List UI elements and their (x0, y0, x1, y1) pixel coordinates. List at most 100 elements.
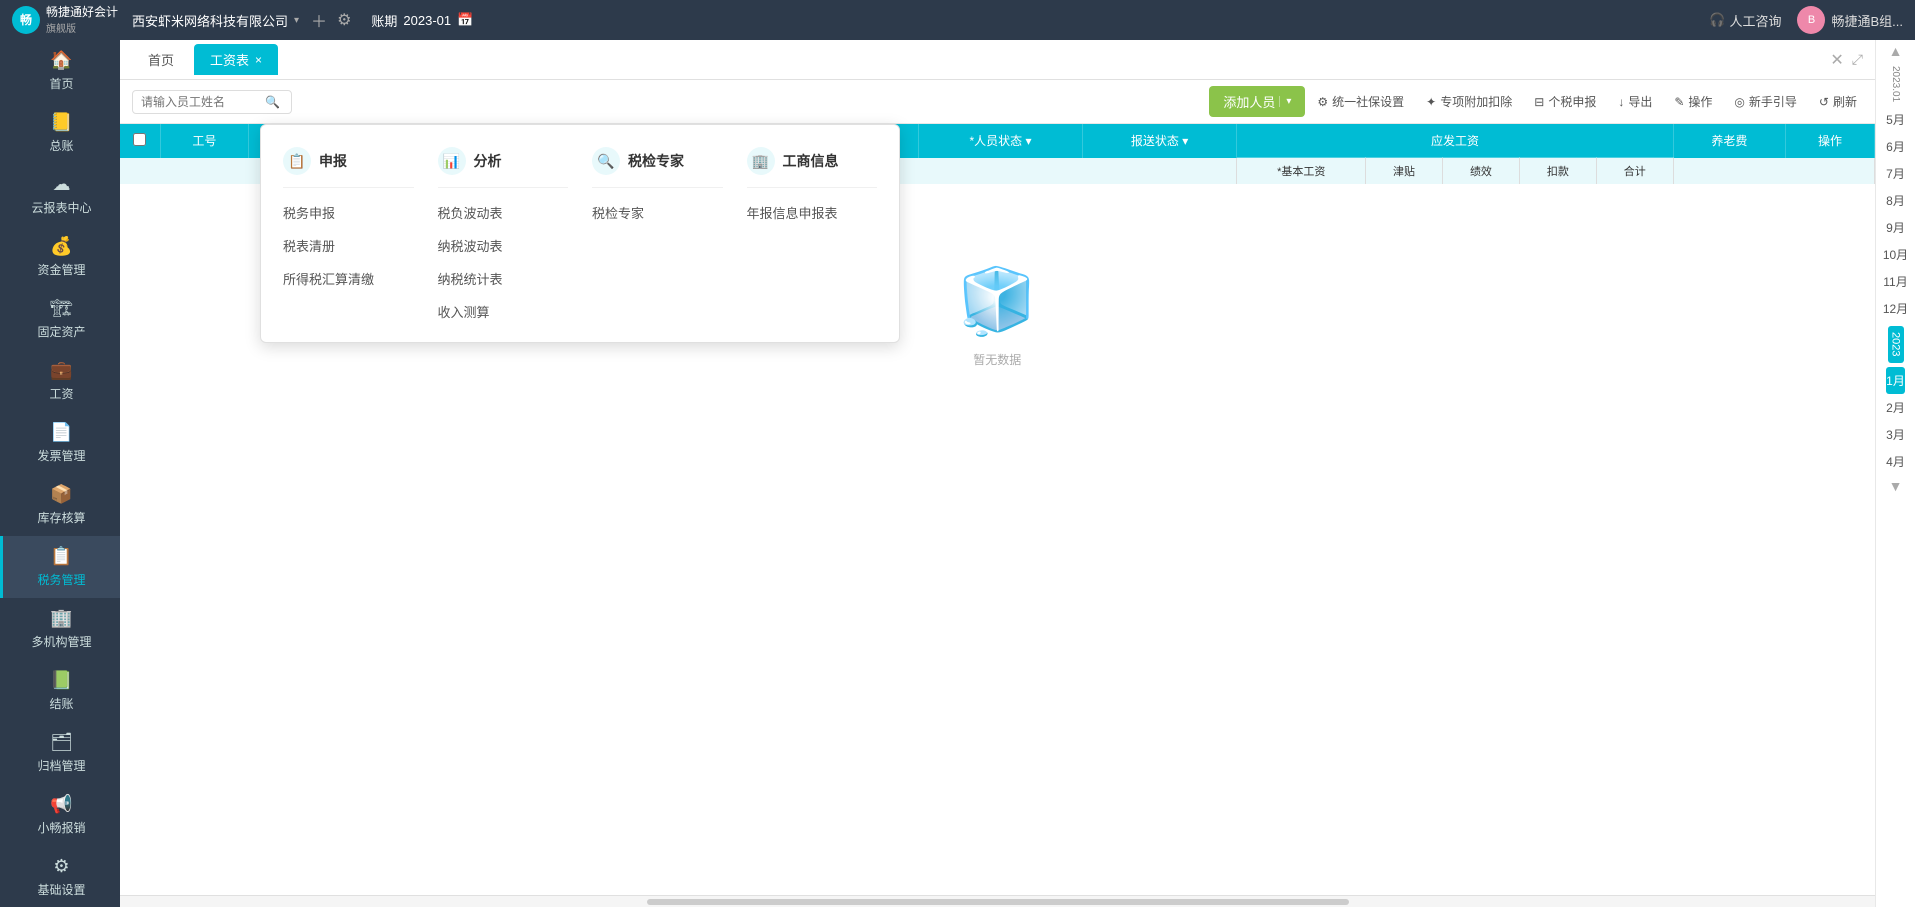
dropdown-item-0-0[interactable]: 税务申报 (283, 196, 414, 229)
tab-salary[interactable]: 工资表 × (194, 44, 278, 75)
dropdown-item-1-3[interactable]: 收入测算 (438, 295, 569, 328)
company-selector[interactable]: 西安虾米网络科技有限公司 ▾ (132, 11, 299, 30)
rs-month-9月[interactable]: 9月 (1883, 214, 1908, 241)
action-icon-1: ✦ (1426, 95, 1436, 109)
close-window-btn[interactable]: ✕ (1830, 50, 1843, 70)
toolbar-action-0[interactable]: ⚙统一社保设置 (1311, 89, 1410, 114)
sidebar-label-4: 固定资产 (37, 323, 85, 340)
sidebar-icon-12: 📢 (50, 794, 72, 815)
main-layout: 🏠首页 📒 总账 ☁ 云报表中心 💰资金管理 🏗 固定资产 💼工资📄发票管理📦库存核算📋税务管理… (0, 40, 1915, 907)
dropdown-item-1-0[interactable]: 税负波动表 (438, 196, 569, 229)
sub-deduction: 扣款 (1519, 158, 1596, 185)
add-employee-button[interactable]: 添加人员 ▾ (1209, 86, 1305, 117)
rs-month-2月[interactable]: 2月 (1886, 394, 1905, 421)
toolbar-action-6[interactable]: ↺刷新 (1813, 89, 1863, 114)
sidebar: 🏠首页 📒 总账 ☁ 云报表中心 💰资金管理 🏗 固定资产 💼工资📄发票管理📦库存核算📋税务管理… (0, 40, 120, 907)
sub-empty2 (1673, 158, 1874, 185)
period-value[interactable]: 2023-01 (403, 13, 451, 28)
dropdown-item-3-0[interactable]: 年报信息申报表 (747, 196, 878, 229)
rs-month-8月[interactable]: 8月 (1883, 187, 1908, 214)
sidebar-item-结账[interactable]: 📗结账 (0, 660, 120, 722)
dropdown-item-0-1[interactable]: 税表清册 (283, 229, 414, 262)
sidebar-item-小畅报销[interactable]: 📢 小畅报销 (0, 784, 120, 846)
dropdown-item-1-2[interactable]: 纳税统计表 (438, 262, 569, 295)
sidebar-item-基础设置[interactable]: ⚙ 基础设置 (0, 846, 120, 907)
dropdown-item-1-1[interactable]: 纳税波动表 (438, 229, 569, 262)
dropdown-item-2-0[interactable]: 税检专家 (592, 196, 723, 229)
add-dropdown-arrow[interactable]: ▾ (1279, 96, 1291, 107)
dropdown-col-title-1: 分析 (474, 151, 502, 171)
toolbar-action-2[interactable]: ⊟个税申报 (1528, 89, 1602, 114)
action-icon-2: ⊟ (1534, 95, 1544, 109)
help-btn[interactable]: 🎧 人工咨询 (1709, 11, 1781, 30)
rs-month-5月[interactable]: 5月 (1883, 106, 1908, 133)
search-box[interactable]: 🔍 (132, 90, 292, 114)
toolbar-action-5[interactable]: ◎ 新手引导 (1728, 89, 1803, 114)
rs-month-11月[interactable]: 11月 (1883, 268, 1908, 295)
rs-month-10月[interactable]: 10月 (1883, 241, 1908, 268)
user-name: 畅捷通B组... (1831, 11, 1903, 30)
sidebar-item-税务管理[interactable]: 📋税务管理 (0, 536, 120, 598)
action-icon-5: ◎ (1734, 95, 1744, 109)
rs-year-2023[interactable]: 2023 (1888, 326, 1904, 362)
dropdown-col-header-1: 📊 分析 (438, 139, 569, 188)
logo-name: 畅捷通好会计 (46, 5, 118, 19)
sidebar-item-首页[interactable]: 🏠首页 (0, 40, 120, 102)
rs-months-prev: 5月6月7月8月9月10月11月12月 (1883, 106, 1908, 322)
action-icon-0: ⚙ (1317, 95, 1328, 109)
sidebar-item-归档管理[interactable]: 🗂归档管理 (0, 722, 120, 784)
sidebar-label-1: 总账 (49, 137, 73, 154)
rs-month-12月[interactable]: 12月 (1883, 295, 1908, 322)
sidebar-item-库存核算[interactable]: 📦库存核算 (0, 474, 120, 536)
action-icon-6: ↺ (1819, 95, 1829, 109)
sidebar-item-工资[interactable]: 💼工资 (0, 350, 120, 412)
tab-home[interactable]: 首页 (132, 44, 190, 75)
logo-icon: 畅 (12, 6, 40, 34)
settings-icon[interactable]: ⚙ (337, 10, 351, 30)
rs-month-4月[interactable]: 4月 (1886, 448, 1905, 475)
sidebar-icon-13: ⚙ (53, 856, 69, 877)
select-all-checkbox[interactable] (120, 124, 160, 158)
toolbar-action-1[interactable]: ✦专项附加扣除 (1420, 89, 1518, 114)
sidebar-label-5: 工资 (49, 385, 73, 402)
tab-close-btn[interactable]: × (255, 53, 262, 67)
rs-scroll-down[interactable]: ▼ (1889, 475, 1903, 497)
dropdown-col-title-2: 税检专家 (628, 151, 684, 171)
sidebar-icon-4: 🏗 (50, 298, 73, 319)
dropdown-item-0-2[interactable]: 所得税汇算清缴 (283, 262, 414, 295)
horizontal-scrollbar[interactable] (647, 899, 1349, 905)
content-area: 首页 工资表 × ✕ ⤢ 🔍 添加人员 ▾ ⚙统一社保设置 ✦专项附加扣除 ⊟个税申… (120, 40, 1875, 907)
action-label-5: 新手引导 (1749, 93, 1797, 110)
action-icon-4: ✎ (1674, 95, 1684, 109)
user-menu[interactable]: B 畅捷通B组... (1797, 6, 1903, 34)
sidebar-icon-2: ☁ (53, 174, 71, 195)
rs-month-6月[interactable]: 6月 (1883, 133, 1908, 160)
toolbar-action-3[interactable]: ↓导出 (1612, 89, 1658, 114)
company-name: 西安虾米网络科技有限公司 (132, 11, 288, 30)
toolbar-action-4[interactable]: ✎操作 (1668, 89, 1718, 114)
sidebar-item-固定资产[interactable]: 🏗 固定资产 (0, 288, 120, 350)
sidebar-item-资金管理[interactable]: 💰资金管理 (0, 226, 120, 288)
sidebar-item-发票管理[interactable]: 📄发票管理 (0, 412, 120, 474)
dropdown-col-icon-1: 📊 (438, 147, 466, 175)
expand-btn[interactable]: ⤢ (1852, 51, 1863, 68)
sidebar-label-6: 发票管理 (37, 447, 85, 464)
rs-month-3月[interactable]: 3月 (1886, 421, 1905, 448)
sidebar-label-2: 云报表中心 (31, 199, 91, 216)
sidebar-icon-11: 🗂 (50, 732, 73, 753)
tab-salary-label: 工资表 (210, 50, 249, 69)
period-label: 账期 (371, 11, 397, 30)
sidebar-icon-1: 📒 (50, 112, 72, 133)
sidebar-item-总账[interactable]: 📒 总账 (0, 102, 120, 164)
rs-month-1月[interactable]: 1月 (1886, 367, 1905, 394)
rs-month-7月[interactable]: 7月 (1883, 160, 1908, 187)
rs-scroll-up[interactable]: ▲ (1889, 40, 1903, 62)
sidebar-item-多机构管理[interactable]: 🏢多机构管理 (0, 598, 120, 660)
dropdown-col-0: 📋申报税务申报税表清册所得税汇算清缴 (271, 135, 426, 332)
sidebar-label-13: 基础设置 (37, 881, 85, 898)
sidebar-label-12: 小畅报销 (37, 819, 85, 836)
sidebar-item-云报表中心[interactable]: ☁ 云报表中心 (0, 164, 120, 226)
calendar-icon[interactable]: 📅 (457, 12, 473, 28)
search-input[interactable] (141, 95, 261, 109)
add-icon[interactable]: ＋ (311, 8, 327, 32)
